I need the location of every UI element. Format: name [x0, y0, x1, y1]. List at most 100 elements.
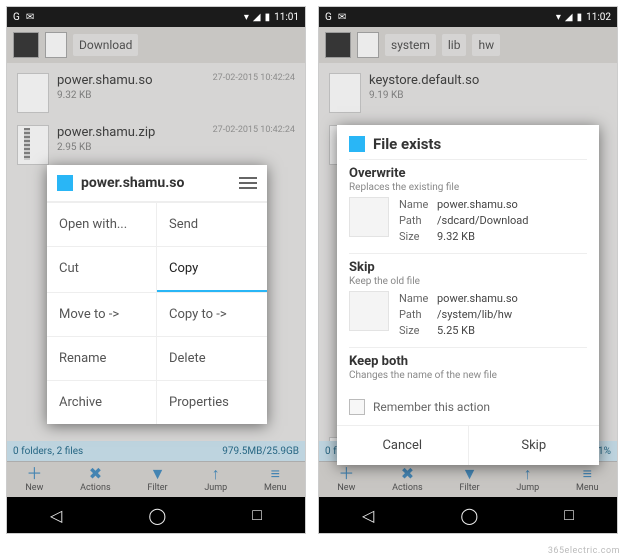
option-keep-both[interactable]: Keep both Changes the name of the new fi… — [349, 347, 587, 393]
mail-icon: ✉ — [26, 12, 34, 23]
nav-back-icon[interactable]: ◁ — [362, 506, 374, 525]
kv-val: 9.32 KB — [437, 230, 475, 243]
folder-counts: 0 folders, 2 files — [13, 446, 83, 457]
plus-icon: ＋ — [338, 466, 354, 482]
drive-icon[interactable] — [13, 32, 39, 58]
option-subtitle: Replaces the existing file — [349, 182, 587, 193]
file-thumb-icon — [349, 197, 389, 237]
option-skip[interactable]: Skip Keep the old file Namepower.shamu.s… — [349, 253, 587, 347]
toolbar-new[interactable]: ＋New — [25, 466, 43, 493]
toolbar-new[interactable]: ＋New — [337, 466, 355, 493]
storage-space: 979.5MB/25.9GB — [222, 446, 299, 457]
file-square-icon — [57, 175, 73, 191]
file-row[interactable]: keystore.default.so 9.19 KB — [319, 67, 617, 119]
breadcrumb: Download — [7, 27, 305, 63]
crumb-lib[interactable]: lib — [442, 34, 467, 56]
file-row[interactable]: power.shamu.so 9.32 KB 27-02-2015 10:42:… — [7, 67, 305, 119]
remember-row[interactable]: Remember this action — [349, 393, 587, 421]
file-row[interactable]: power.shamu.zip 2.95 KB 27-02-2015 10:42… — [7, 119, 305, 171]
toolbar-label: Filter — [459, 483, 479, 493]
context-menu-title: power.shamu.so — [81, 175, 184, 191]
watermark: 365electric.com — [548, 546, 620, 556]
toolbar-actions[interactable]: ✖Actions — [392, 466, 422, 493]
file-exists-dialog: File exists Overwrite Replaces the exist… — [337, 125, 599, 465]
sdcard-icon[interactable] — [357, 32, 379, 58]
kv-val: /sdcard/Download — [437, 214, 529, 227]
toolbar-label: New — [337, 483, 355, 493]
toolbar-menu[interactable]: ≡Menu — [576, 466, 599, 493]
toolbar-filter[interactable]: ▼Filter — [147, 466, 167, 493]
kv-key: Path — [399, 213, 437, 229]
toolbar-actions[interactable]: ✖Actions — [80, 466, 110, 493]
mail-icon: ✉ — [338, 12, 346, 23]
status-time: 11:02 — [586, 12, 611, 23]
battery-icon: ▮ — [577, 12, 583, 23]
context-menu-header: power.shamu.so — [47, 165, 267, 202]
option-subtitle: Changes the name of the new file — [349, 370, 587, 381]
android-navbar: ◁ ◯ □ — [319, 497, 617, 533]
toolbar-menu[interactable]: ≡Menu — [264, 466, 287, 493]
toolbar-label: Filter — [147, 483, 167, 493]
remember-label: Remember this action — [373, 400, 490, 414]
jump-icon: ↑ — [524, 466, 532, 482]
plus-icon: ＋ — [26, 466, 42, 482]
file-date: 27-02-2015 10:42:24 — [213, 125, 295, 135]
kv-key: Size — [399, 229, 437, 245]
filter-icon: ▼ — [150, 466, 166, 482]
jump-icon: ↑ — [212, 466, 220, 482]
kv-val: power.shamu.so — [437, 198, 518, 211]
option-overwrite[interactable]: Overwrite Replaces the existing file Nam… — [349, 159, 587, 253]
menu-properties[interactable]: Properties — [157, 380, 267, 424]
menu-move-to[interactable]: Move to -> — [47, 292, 157, 336]
file-list: power.shamu.so 9.32 KB 27-02-2015 10:42:… — [7, 63, 305, 175]
nav-back-icon[interactable]: ◁ — [50, 506, 62, 525]
toolbar-filter[interactable]: ▼Filter — [459, 466, 479, 493]
menu-icon: ≡ — [583, 466, 592, 482]
file-square-icon — [349, 136, 365, 152]
option-label: Skip — [349, 260, 587, 275]
menu-archive[interactable]: Archive — [47, 380, 157, 424]
status-bar: G ✉ ▾ ◢ ▮ 11:02 — [319, 7, 617, 27]
menu-delete[interactable]: Delete — [157, 336, 267, 380]
dialog-title: File exists — [373, 135, 441, 153]
skip-button[interactable]: Skip — [469, 426, 600, 465]
toolbar-jump[interactable]: ↑Jump — [516, 466, 539, 493]
menu-send[interactable]: Send — [157, 202, 267, 246]
context-menu: power.shamu.so Open with... Send Cut Cop… — [47, 165, 267, 424]
toolbar-label: Menu — [576, 483, 599, 493]
nav-recent-icon[interactable]: □ — [252, 505, 262, 525]
sdcard-icon[interactable] — [45, 32, 67, 58]
toolbar-label: Actions — [392, 483, 422, 493]
nav-recent-icon[interactable]: □ — [564, 505, 574, 525]
menu-copy-to[interactable]: Copy to -> — [157, 292, 267, 336]
battery-icon: ▮ — [265, 12, 271, 23]
kv-val: 5.25 KB — [437, 324, 475, 337]
nav-home-icon[interactable]: ◯ — [460, 506, 478, 525]
cancel-button[interactable]: Cancel — [337, 426, 469, 465]
menu-copy[interactable]: Copy — [157, 246, 267, 292]
crumb-hw[interactable]: hw — [472, 34, 500, 56]
tools-icon: ✖ — [401, 466, 414, 482]
wifi-icon: ▾ — [244, 12, 249, 23]
signal-icon: ◢ — [565, 12, 573, 23]
file-name: power.shamu.zip — [57, 125, 205, 140]
file-size: 9.19 KB — [369, 90, 607, 101]
bottom-toolbar: ＋New ✖Actions ▼Filter ↑Jump ≡Menu — [7, 461, 305, 497]
option-label: Keep both — [349, 354, 587, 369]
drive-icon[interactable] — [325, 32, 351, 58]
menu-open-with[interactable]: Open with... — [47, 202, 157, 246]
toolbar-jump[interactable]: ↑Jump — [204, 466, 227, 493]
crumb-system[interactable]: system — [385, 34, 436, 56]
kv-key: Size — [399, 323, 437, 339]
zip-icon — [17, 125, 49, 165]
file-size: 2.95 KB — [57, 142, 205, 153]
crumb-download[interactable]: Download — [73, 34, 138, 56]
hamburger-icon[interactable] — [239, 177, 257, 189]
signal-icon: ◢ — [253, 12, 261, 23]
menu-cut[interactable]: Cut — [47, 246, 157, 292]
menu-rename[interactable]: Rename — [47, 336, 157, 380]
checkbox-icon[interactable] — [349, 399, 365, 415]
google-icon: G — [325, 12, 332, 23]
nav-home-icon[interactable]: ◯ — [148, 506, 166, 525]
file-icon — [17, 73, 49, 113]
